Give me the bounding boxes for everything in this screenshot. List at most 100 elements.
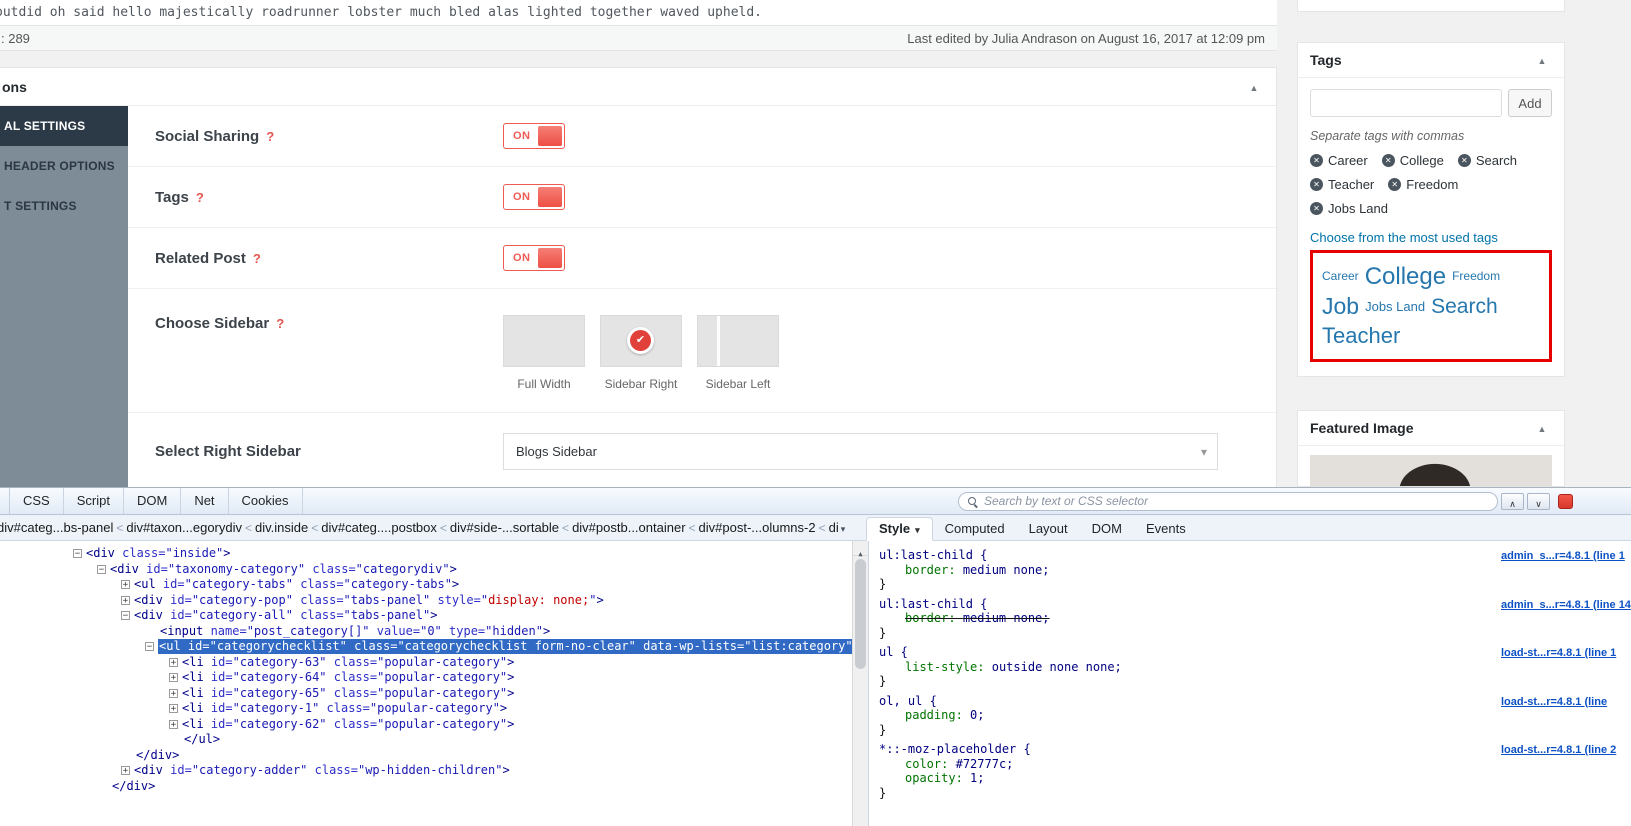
search-next-button[interactable] [1527, 492, 1550, 510]
options-tab[interactable]: T SETTINGS [0, 186, 128, 226]
css-source-link[interactable]: admin_s...r=4.8.1 (line 14 [1501, 598, 1631, 613]
tree-line[interactable]: + <ul id="category-tabs" class="category-… [0, 577, 852, 593]
collapse-icon[interactable]: − [145, 642, 154, 652]
css-selector[interactable]: ul:last-child { [879, 597, 987, 611]
help-icon[interactable]: ? [276, 316, 284, 331]
add-tag-button[interactable]: Add [1508, 89, 1552, 117]
devtools-tab-css[interactable]: CSS [10, 488, 64, 514]
expand-icon[interactable]: + [169, 719, 178, 729]
remove-tag-icon[interactable] [1381, 154, 1395, 167]
tree-line[interactable]: − <ul id="categorychecklist" class="categ… [0, 639, 852, 655]
expand-icon[interactable]: + [169, 688, 178, 698]
tag-cloud-item[interactable]: Search [1431, 293, 1498, 320]
remove-tag-icon[interactable] [1310, 154, 1323, 167]
tree-line[interactable]: </div> [0, 748, 852, 764]
search-prev-button[interactable] [1501, 492, 1524, 510]
scroll-up-icon[interactable] [853, 541, 868, 556]
breadcrumb-item[interactable]: div#categ....postbox [318, 518, 440, 537]
expand-icon[interactable]: + [169, 704, 178, 714]
remove-tag-icon[interactable] [1310, 202, 1323, 215]
help-icon[interactable]: ? [266, 129, 274, 144]
sidebar-option-left[interactable]: Sidebar Left [697, 315, 779, 391]
breadcrumb-item[interactable]: di [826, 518, 846, 537]
css-declaration[interactable]: border: medium none; [879, 611, 1631, 626]
tree-line[interactable]: </ul> [0, 732, 852, 748]
css-source-link[interactable]: load-st...r=4.8.1 (line 2 [1501, 743, 1616, 758]
scrollbar-thumb[interactable] [855, 559, 866, 669]
sidebar-option-right[interactable]: Sidebar Right [600, 315, 682, 391]
help-icon[interactable]: ? [196, 190, 204, 205]
toggle-switch[interactable]: ON [503, 123, 565, 149]
css-selector[interactable]: ol, ul { [879, 694, 937, 708]
breadcrumb-item[interactable]: div.inside [252, 518, 311, 537]
breadcrumb-item[interactable]: div#postb...ontainer [569, 518, 688, 537]
tree-line[interactable]: <input name="post_category[]" value="0" … [0, 624, 852, 640]
tree-line[interactable]: − <div id="taxonomy-category" class="cate… [0, 562, 852, 578]
tree-line[interactable]: + <div id="category-pop" class="tabs-pane… [0, 593, 852, 609]
css-declaration[interactable]: list-style: outside none none; [879, 660, 1631, 675]
tree-line[interactable]: + <li id="category-62" class="popular-cat… [0, 717, 852, 733]
devtools-tab-script[interactable]: Script [64, 488, 124, 514]
style-tab-style[interactable]: Style [866, 517, 933, 541]
editor-content-strip[interactable]: outdid oh said hello majestically roadru… [0, 0, 1277, 25]
tag-cloud-item[interactable]: Jobs Land [1365, 299, 1425, 316]
toggle-switch[interactable]: ON [503, 184, 565, 210]
css-declaration[interactable]: opacity: 1; [879, 771, 1631, 786]
tag-cloud-item[interactable]: Career [1322, 269, 1359, 285]
css-declaration[interactable]: padding: 0; [879, 708, 1631, 723]
partial-tab[interactable] [0, 488, 10, 514]
sidebar-option-full[interactable]: Full Width [503, 315, 585, 391]
style-tab-events[interactable]: Events [1134, 518, 1198, 540]
expand-icon[interactable]: + [169, 657, 178, 667]
remove-tag-icon[interactable] [1457, 154, 1471, 167]
expand-icon[interactable]: + [169, 673, 178, 683]
css-selector[interactable]: ul { [879, 645, 908, 659]
collapse-arrow-icon[interactable] [1532, 419, 1552, 437]
css-source-link[interactable]: load-st...r=4.8.1 (line [1501, 695, 1607, 710]
tree-line[interactable]: + <div id="category-adder" class="wp-hidd… [0, 763, 852, 779]
sidebar-select-dropdown[interactable]: Blogs Sidebar [503, 432, 1218, 470]
devtools-tab-dom[interactable]: DOM [124, 488, 182, 514]
css-selector[interactable]: *::-moz-placeholder { [879, 742, 1031, 756]
tree-line[interactable]: + <li id="category-63" class="popular-cat… [0, 655, 852, 671]
expand-icon[interactable]: + [121, 766, 130, 776]
devtools-search-input[interactable] [984, 494, 1489, 508]
devtools-deactivate-button[interactable] [1558, 493, 1573, 509]
css-source-link[interactable]: load-st...r=4.8.1 (line 1 [1501, 646, 1616, 661]
tree-line[interactable]: + <li id="category-64" class="popular-cat… [0, 670, 852, 686]
help-icon[interactable]: ? [253, 251, 261, 266]
options-tab[interactable]: AL SETTINGS [0, 106, 128, 146]
collapse-icon[interactable]: − [73, 549, 82, 559]
featured-image-thumbnail[interactable] [1310, 455, 1552, 486]
devtools-tab-net[interactable]: Net [181, 488, 229, 514]
style-tab-layout[interactable]: Layout [1017, 518, 1080, 540]
tree-line[interactable]: + <li id="category-1" class="popular-cate… [0, 701, 852, 717]
devtools-tab-cookies[interactable]: Cookies [229, 488, 303, 514]
tag-cloud-item[interactable]: College [1365, 261, 1446, 292]
breadcrumb-item[interactable]: div#post-...olumns-2 [696, 518, 819, 537]
new-tag-input[interactable] [1310, 89, 1502, 117]
style-tab-dom[interactable]: DOM [1080, 518, 1134, 540]
tree-line[interactable]: + <li id="category-65" class="popular-cat… [0, 686, 852, 702]
collapse-arrow-icon[interactable] [1532, 51, 1552, 69]
tree-line[interactable]: − <div id="category-all" class="tabs-pane… [0, 608, 852, 624]
breadcrumb-item[interactable]: div#taxon...egorydiv [123, 518, 245, 537]
breadcrumb-item[interactable]: div#side-...sortable [447, 518, 562, 537]
css-declaration[interactable]: border: medium none; [879, 563, 1631, 578]
tree-line[interactable]: − <div class="inside"> [0, 546, 852, 562]
style-tab-computed[interactable]: Computed [933, 518, 1017, 540]
collapse-icon[interactable]: − [121, 611, 130, 621]
tag-cloud-item[interactable]: Teacher [1322, 322, 1400, 351]
toggle-switch[interactable]: ON [503, 245, 565, 271]
css-source-link[interactable]: admin_s...r=4.8.1 (line 1 [1501, 549, 1625, 564]
css-selector[interactable]: ul:last-child { [879, 548, 987, 562]
expand-icon[interactable]: + [121, 595, 130, 605]
tag-cloud-item[interactable]: Job [1322, 292, 1359, 322]
breadcrumb-item[interactable]: div#categ...bs-panel [0, 518, 116, 537]
remove-tag-icon[interactable] [1310, 178, 1323, 191]
remove-tag-icon[interactable] [1388, 178, 1402, 191]
devtools-search[interactable] [958, 491, 1498, 511]
most-used-tags-link[interactable]: Choose from the most used tags [1310, 230, 1552, 245]
options-tab[interactable]: HEADER OPTIONS [0, 146, 128, 186]
tree-line[interactable]: </div> [0, 779, 852, 795]
